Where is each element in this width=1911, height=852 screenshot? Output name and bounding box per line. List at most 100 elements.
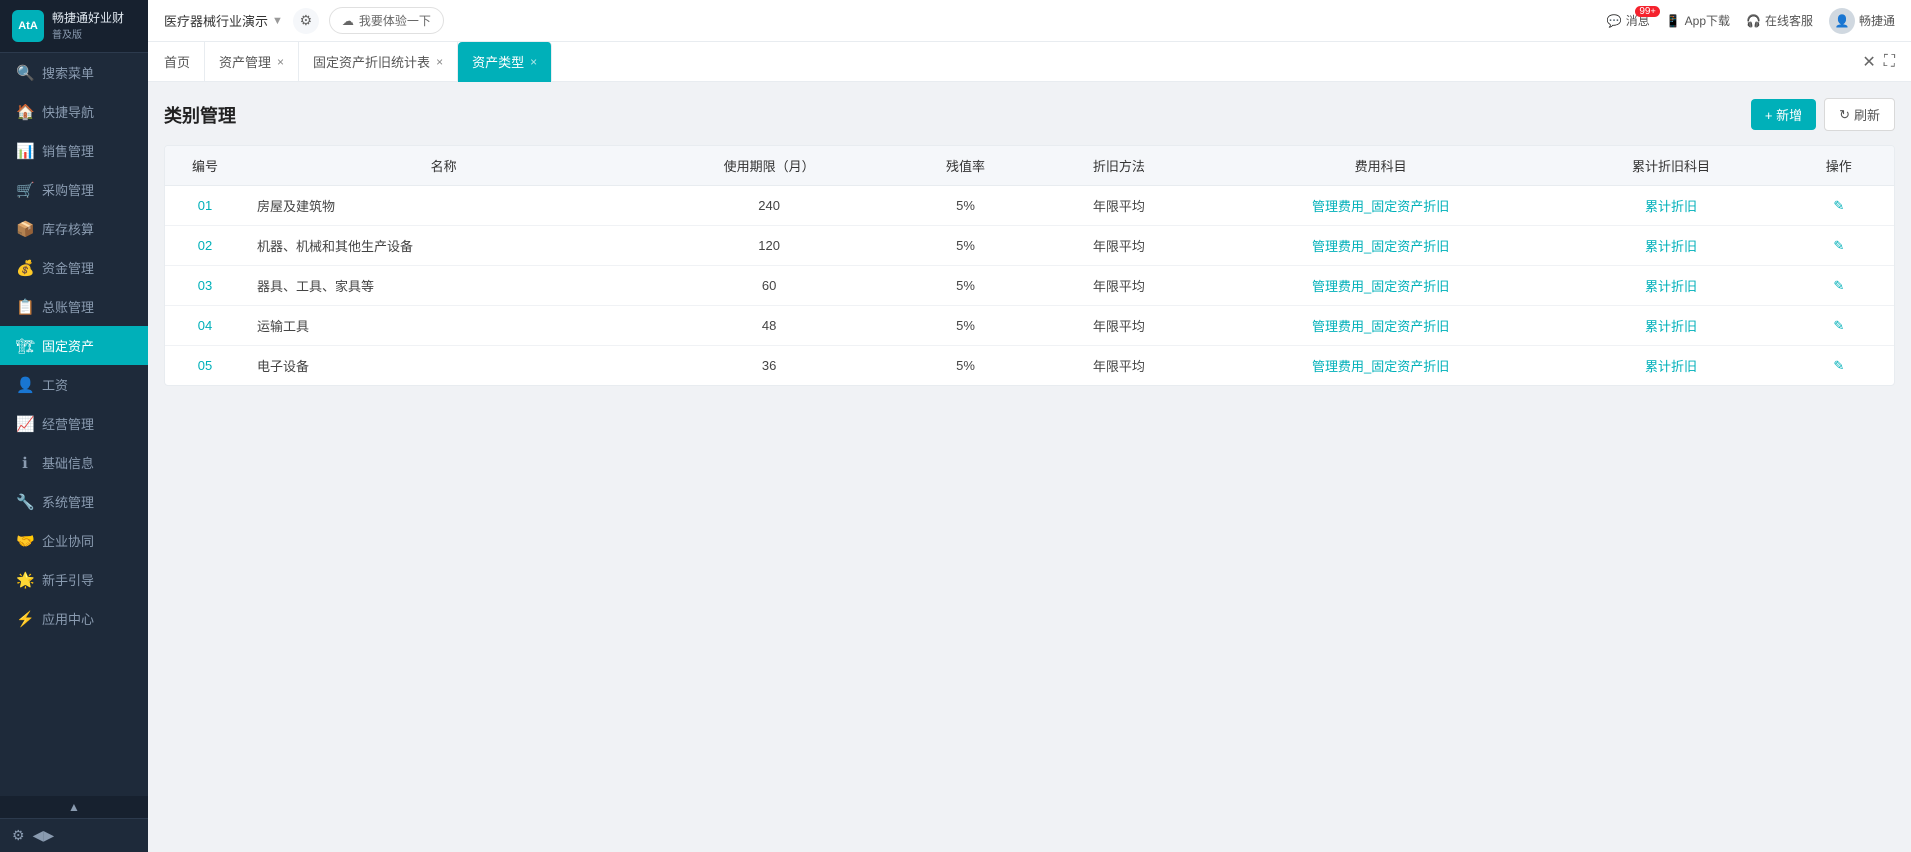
sales-icon: 📊 [16,142,34,160]
tab-depreciation-table[interactable]: 固定资产折旧统计表 × [299,42,458,82]
cell-period: 60 [642,266,896,306]
cell-name: 房屋及建筑物 [245,186,642,226]
sidebar-item-apps[interactable]: ⚡ 应用中心 [0,599,148,638]
logo-text-block: 畅捷通好业财 普及版 [52,11,124,42]
headset-icon: 🎧 [1746,14,1761,28]
cell-expense: 管理费用_固定资产折旧 [1203,186,1559,226]
operations-icon: 📈 [16,415,34,433]
sidebar-item-label: 快捷导航 [42,102,94,121]
basic-info-icon: ℹ [16,454,34,472]
table-row: 02 机器、机械和其他生产设备 120 5% 年限平均 管理费用_固定资产折旧 … [165,226,1894,266]
column-header: 折旧方法 [1035,146,1203,186]
topbar: 医疗器械行业演示 ▼ ⚙ ☁ 我要体验一下 💬 消息 99+ 📱 App下载 [148,0,1911,42]
gear-icon: ⚙ [300,12,313,29]
sidebar-item-payroll[interactable]: 👤 工资 [0,365,148,404]
sidebar-item-funds[interactable]: 💰 资金管理 [0,248,148,287]
dropdown-arrow-icon[interactable]: ▼ [272,15,283,27]
funds-icon: 💰 [16,259,34,277]
cell-action[interactable]: ✎ [1784,306,1894,346]
sidebar-item-ledger[interactable]: 📋 总账管理 [0,287,148,326]
cell-action[interactable]: ✎ [1784,266,1894,306]
sidebar-item-operations[interactable]: 📈 经营管理 [0,404,148,443]
cell-action[interactable]: ✎ [1784,346,1894,386]
sidebar-item-label: 搜索菜单 [42,63,94,82]
cell-name: 机器、机械和其他生产设备 [245,226,642,266]
cell-code: 02 [165,226,245,266]
main-area: 医疗器械行业演示 ▼ ⚙ ☁ 我要体验一下 💬 消息 99+ 📱 App下载 [148,0,1911,852]
sidebar-item-label: 销售管理 [42,141,94,160]
tab-label: 资产管理 [219,52,271,71]
maximize-window-icon[interactable]: ⛶ [1884,53,1895,71]
notifications-button[interactable]: 💬 消息 99+ [1607,12,1650,29]
sidebar-item-system[interactable]: 🔧 系统管理 [0,482,148,521]
user-name: 畅捷通 [1859,12,1895,29]
column-header: 名称 [245,146,642,186]
close-window-icon[interactable]: ✕ [1862,52,1875,72]
sidebar-scroll-up[interactable]: ▲ [64,798,84,816]
settings-icon[interactable]: ⚙ [12,827,25,844]
apps-icon: ⚡ [16,610,34,628]
sidebar-item-label: 基础信息 [42,453,94,472]
sidebar-item-basic-info[interactable]: ℹ 基础信息 [0,443,148,482]
sidebar-item-label: 资金管理 [42,258,94,277]
tab-asset-management[interactable]: 资产管理 × [205,42,299,82]
cell-expense: 管理费用_固定资产折旧 [1203,266,1559,306]
cell-residual: 5% [896,266,1035,306]
cell-code: 01 [165,186,245,226]
sidebar-logo: AtA 畅捷通好业财 普及版 [0,0,148,53]
table-row: 03 器具、工具、家具等 60 5% 年限平均 管理费用_固定资产折旧 累计折旧… [165,266,1894,306]
trial-button[interactable]: ☁ 我要体验一下 [329,7,444,34]
table-header: 编号名称使用期限（月）残值率折旧方法费用科目累计折旧科目操作 [165,146,1894,186]
cell-period: 240 [642,186,896,226]
sidebar-item-label: 应用中心 [42,609,94,628]
sidebar-item-search[interactable]: 🔍 搜索菜单 [0,53,148,92]
cell-action[interactable]: ✎ [1784,186,1894,226]
tab-close-icon[interactable]: × [436,55,443,69]
tab-close-icon[interactable]: × [530,55,537,69]
column-header: 使用期限（月） [642,146,896,186]
online-service-button[interactable]: 🎧 在线客服 [1746,12,1813,29]
tab-asset-type[interactable]: 资产类型× [458,42,552,82]
cell-cumulative: 累计折旧 [1559,346,1784,386]
avatar: 👤 [1829,8,1855,34]
topbar-settings-button[interactable]: ⚙ [293,8,319,34]
table-row: 04 运输工具 48 5% 年限平均 管理费用_固定资产折旧 累计折旧 ✎ [165,306,1894,346]
collapse-icon[interactable]: ◀▶ [33,827,55,844]
sidebar-item-sales[interactable]: 📊 销售管理 [0,131,148,170]
tab-home[interactable]: 首页 [164,42,205,82]
refresh-icon: ↻ [1839,107,1850,123]
sidebar-item-inventory[interactable]: 📦 库存核算 [0,209,148,248]
ledger-icon: 📋 [16,298,34,316]
cell-expense: 管理费用_固定资产折旧 [1203,226,1559,266]
message-icon: 💬 [1607,14,1622,28]
sidebar-item-quick-nav[interactable]: 🏠 快捷导航 [0,92,148,131]
cell-action[interactable]: ✎ [1784,226,1894,266]
sidebar-item-label: 经营管理 [42,414,94,433]
sidebar-item-enterprise[interactable]: 🤝 企业协同 [0,521,148,560]
app-download-button[interactable]: 📱 App下载 [1666,12,1730,29]
sidebar-item-label: 工资 [42,375,68,394]
cell-cumulative: 累计折旧 [1559,306,1784,346]
refresh-button[interactable]: ↻ 刷新 [1824,98,1895,131]
sidebar-item-purchase[interactable]: 🛒 采购管理 [0,170,148,209]
user-menu[interactable]: 👤 畅捷通 [1829,8,1895,34]
column-header: 累计折旧科目 [1559,146,1784,186]
sidebar: AtA 畅捷通好业财 普及版 🔍 搜索菜单 🏠 快捷导航 📊 销售管理 🛒 采购… [0,0,148,852]
sidebar-item-guide[interactable]: 🌟 新手引导 [0,560,148,599]
search-icon: 🔍 [16,64,34,82]
cell-code: 04 [165,306,245,346]
tab-close-icon[interactable]: × [277,55,284,69]
cell-cumulative: 累计折旧 [1559,226,1784,266]
table-body: 01 房屋及建筑物 240 5% 年限平均 管理费用_固定资产折旧 累计折旧 ✎… [165,186,1894,386]
guide-icon: 🌟 [16,571,34,589]
sidebar-item-fixed-assets[interactable]: 🏗 固定资产 [0,326,148,365]
sidebar-bottom: ⚙ ◀▶ [0,818,148,852]
data-table: 编号名称使用期限（月）残值率折旧方法费用科目累计折旧科目操作 01 房屋及建筑物… [164,145,1895,386]
cell-code: 05 [165,346,245,386]
fixed-assets-icon: 🏗 [16,337,34,355]
payroll-icon: 👤 [16,376,34,394]
inventory-icon: 📦 [16,220,34,238]
app-edition: 普及版 [52,26,124,41]
tab-label: 固定资产折旧统计表 [313,52,430,71]
new-button[interactable]: + 新增 [1751,99,1816,130]
